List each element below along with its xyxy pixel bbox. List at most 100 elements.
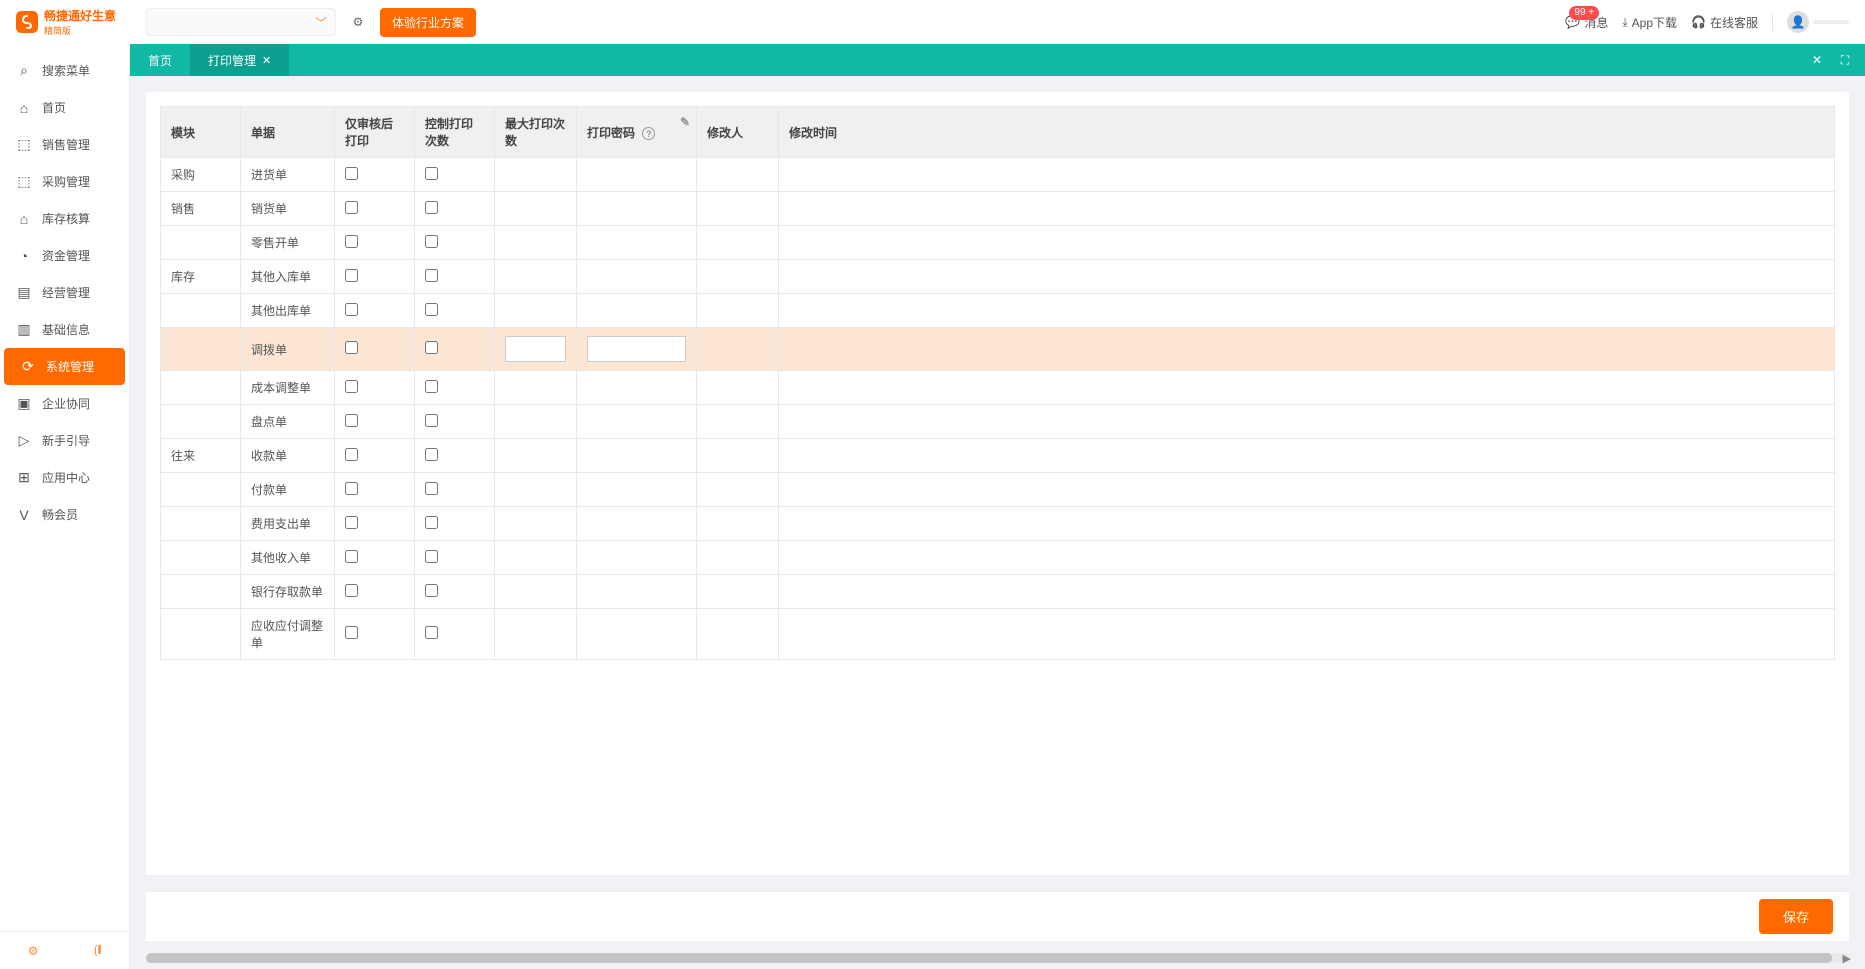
sidebar-item-vip-member[interactable]: V 畅会员 (0, 496, 129, 533)
main: 首页打印管理✕ ✕ ⛶ 模块 单据 (130, 44, 1865, 969)
cell-module (161, 473, 241, 507)
user-menu[interactable]: 👤 (1787, 11, 1849, 33)
sidebar-item-newbie-guide[interactable]: ▷新手引导 (0, 422, 129, 459)
sidebar-item-fund-mgmt[interactable]: ◔资金管理 (0, 237, 129, 274)
tenant-select[interactable]: ﹀ (146, 8, 336, 36)
cell-modify-time (779, 439, 1835, 473)
cell-module: 销售 (161, 192, 241, 226)
checkbox-control-count[interactable] (425, 516, 438, 529)
cell-print-pwd (577, 158, 697, 192)
cell-doc: 其他收入单 (241, 541, 335, 575)
checkbox-audit-only[interactable] (345, 448, 358, 461)
checkbox-control-count[interactable] (425, 269, 438, 282)
sidebar-item-app-center[interactable]: ⊞应用中心 (0, 459, 129, 496)
cell-module (161, 575, 241, 609)
checkbox-audit-only[interactable] (345, 550, 358, 563)
checkbox-control-count[interactable] (425, 303, 438, 316)
newbie-guide-icon: ▷ (16, 432, 32, 449)
cell-max-count (495, 507, 577, 541)
sidebar-item-enterprise-collab[interactable]: ▣企业协同 (0, 385, 129, 422)
cell-max-count (495, 294, 577, 328)
max-count-input[interactable] (505, 336, 566, 362)
scrollbar-thumb[interactable] (146, 953, 1832, 963)
checkbox-audit-only[interactable] (345, 303, 358, 316)
table-row: 库存其他入库单 (161, 260, 1835, 294)
tab-0[interactable]: 首页 (130, 44, 190, 76)
checkbox-control-count[interactable] (425, 414, 438, 427)
logo-text-main: 畅捷通好生意 (44, 7, 116, 24)
cell-control-count (415, 473, 495, 507)
cell-print-pwd (577, 541, 697, 575)
checkbox-audit-only[interactable] (345, 167, 358, 180)
checkbox-audit-only[interactable] (345, 201, 358, 214)
checkbox-control-count[interactable] (425, 167, 438, 180)
sidebar-item-label: 经营管理 (42, 284, 90, 301)
cell-max-count[interactable] (495, 328, 577, 371)
help-icon[interactable]: ? (642, 127, 655, 140)
app-download-label: App下载 (1632, 14, 1677, 31)
checkbox-audit-only[interactable] (345, 341, 358, 354)
collapse-sidebar-icon[interactable]: ⟮❙ (94, 943, 101, 958)
cell-control-count (415, 226, 495, 260)
checkbox-control-count[interactable] (425, 584, 438, 597)
cell-print-pwd[interactable] (577, 328, 697, 371)
vip-member-icon: V (16, 507, 32, 523)
checkbox-control-count[interactable] (425, 550, 438, 563)
checkbox-audit-only[interactable] (345, 626, 358, 639)
sidebar-item-basic-info[interactable]: ▥基础信息 (0, 311, 129, 348)
checkbox-audit-only[interactable] (345, 482, 358, 495)
checkbox-audit-only[interactable] (345, 235, 358, 248)
close-all-tabs-icon[interactable]: ✕ (1809, 52, 1825, 68)
th-print-pwd: 打印密码 ? ✎ (577, 107, 697, 158)
cell-doc: 收款单 (241, 439, 335, 473)
sidebar-item-system-mgmt[interactable]: ⟳系统管理 (4, 348, 125, 385)
fullscreen-icon[interactable]: ⛶ (1837, 52, 1853, 68)
online-service-button[interactable]: 🎧 在线客服 (1691, 14, 1758, 31)
th-modify-time: 修改时间 (779, 107, 1835, 158)
checkbox-audit-only[interactable] (345, 414, 358, 427)
sidebar-item-label: 畅会员 (42, 506, 78, 523)
cell-module (161, 507, 241, 541)
tab-close-icon[interactable]: ✕ (262, 54, 271, 67)
checkbox-audit-only[interactable] (345, 516, 358, 529)
save-button[interactable]: 保存 (1759, 899, 1833, 934)
messages-button[interactable]: 99 + 💬 消息 (1565, 14, 1608, 31)
search-menu-icon: ⌕ (16, 62, 32, 79)
checkbox-control-count[interactable] (425, 201, 438, 214)
cell-modify-time (779, 609, 1835, 660)
print-pwd-input[interactable] (587, 336, 686, 362)
sales-mgmt-icon: ⬚ (16, 136, 32, 153)
cell-print-pwd (577, 294, 697, 328)
settings-gear-icon[interactable]: ⚙ (28, 944, 39, 958)
checkbox-audit-only[interactable] (345, 584, 358, 597)
sidebar-item-label: 企业协同 (42, 395, 90, 412)
sidebar-item-inventory-acc[interactable]: ⌂库存核算 (0, 200, 129, 237)
inventory-acc-icon: ⌂ (16, 211, 32, 227)
edit-column-icon[interactable]: ✎ (680, 115, 690, 129)
checkbox-control-count[interactable] (425, 626, 438, 639)
checkbox-control-count[interactable] (425, 341, 438, 354)
checkbox-audit-only[interactable] (345, 269, 358, 282)
checkbox-control-count[interactable] (425, 380, 438, 393)
checkbox-audit-only[interactable] (345, 380, 358, 393)
cell-max-count (495, 609, 577, 660)
sidebar-item-home[interactable]: ⌂首页 (0, 89, 129, 126)
cell-modify-time (779, 371, 1835, 405)
checkbox-control-count[interactable] (425, 482, 438, 495)
cell-print-pwd (577, 575, 697, 609)
sidebar-item-biz-mgmt[interactable]: ▤经营管理 (0, 274, 129, 311)
sidebar-item-sales-mgmt[interactable]: ⬚销售管理 (0, 126, 129, 163)
cell-module (161, 371, 241, 405)
industry-solution-button[interactable]: 体验行业方案 (380, 8, 476, 37)
sidebar-item-purchase-mgmt[interactable]: ⬚采购管理 (0, 163, 129, 200)
checkbox-control-count[interactable] (425, 235, 438, 248)
cell-control-count (415, 192, 495, 226)
horizontal-scrollbar[interactable]: ▶ (146, 953, 1849, 965)
checkbox-control-count[interactable] (425, 448, 438, 461)
sidebar-item-search-menu[interactable]: ⌕搜索菜单 (0, 52, 129, 89)
cell-control-count (415, 609, 495, 660)
app-download-button[interactable]: ⤓ App下载 (1622, 14, 1677, 31)
settings-button[interactable]: ⚙ (344, 8, 372, 36)
scrollbar-arrow-icon[interactable]: ▶ (1843, 952, 1851, 965)
tab-1[interactable]: 打印管理✕ (190, 44, 289, 76)
